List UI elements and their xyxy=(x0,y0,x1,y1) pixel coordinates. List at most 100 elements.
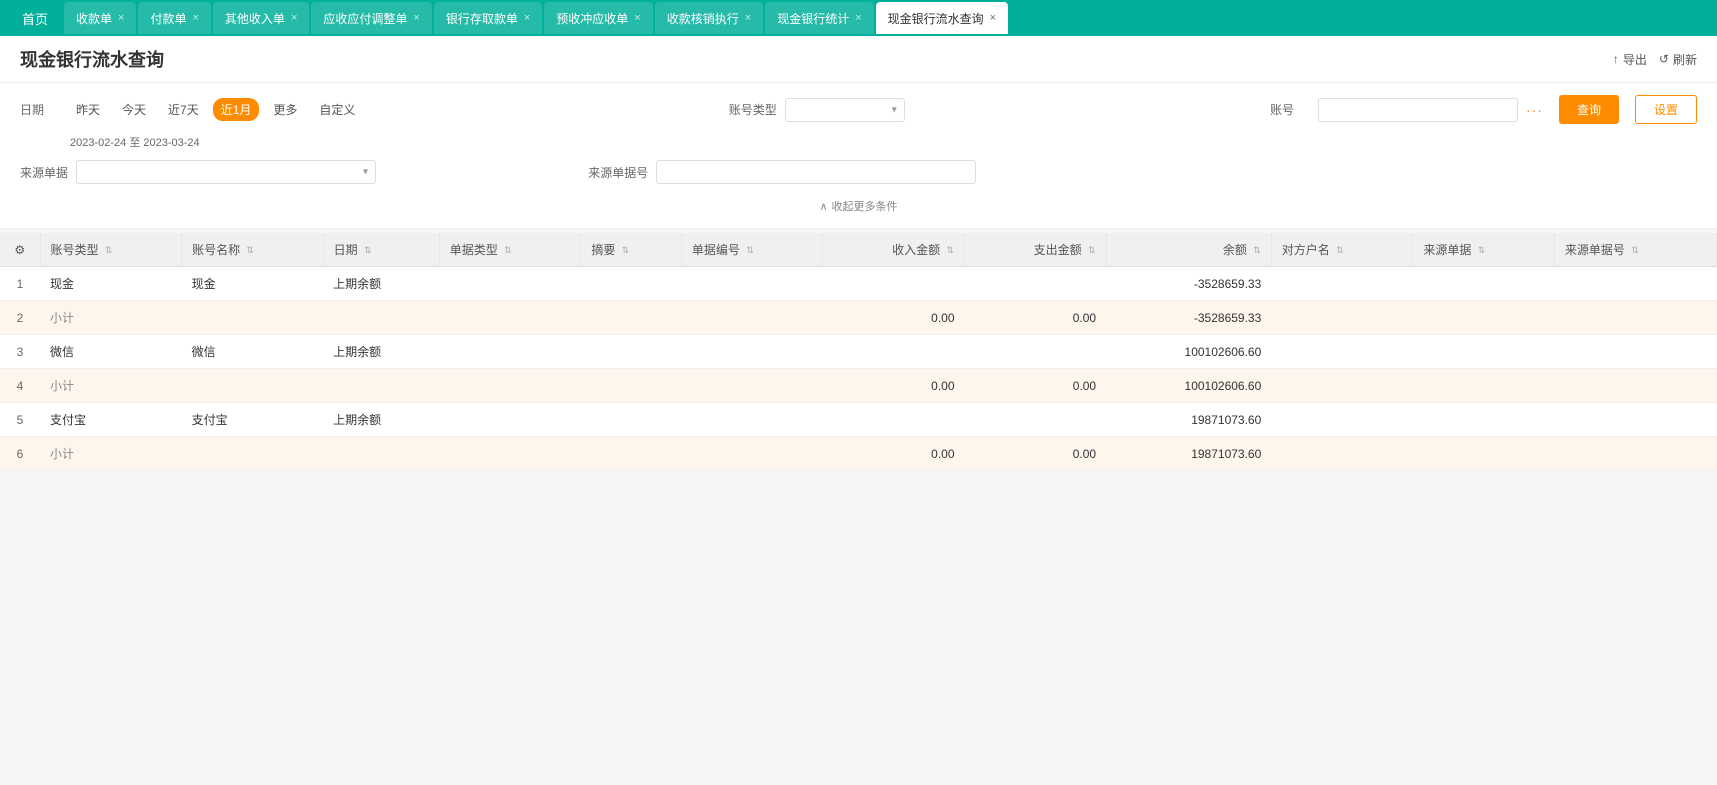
date-btn-today[interactable]: 今天 xyxy=(114,98,154,121)
nav-tab-other-income[interactable]: 其他收入单 × xyxy=(213,2,309,34)
sort-arrows-source-doc-no[interactable]: ⇅ xyxy=(1631,246,1639,255)
cell-source-doc-no xyxy=(1554,335,1716,369)
query-button[interactable]: 查询 xyxy=(1559,95,1619,124)
date-btn-custom[interactable]: 自定义 xyxy=(311,98,363,121)
col-expense: 支出金额 ⇅ xyxy=(965,233,1107,267)
cell-counterparty xyxy=(1271,335,1413,369)
cell-date xyxy=(323,301,439,335)
cell-doc-type xyxy=(439,301,581,335)
col-source-doc-no: 来源单据号 ⇅ xyxy=(1554,233,1716,267)
close-icon[interactable]: × xyxy=(413,12,419,24)
cell-source-doc xyxy=(1413,301,1555,335)
table-body: 1 现金 现金 上期余额 -3528659.33 2 小计 0.00 0.00 … xyxy=(0,267,1717,471)
date-range-row: 2023-02-24 至 2023-03-24 xyxy=(20,134,1697,150)
cell-account-name: 微信 xyxy=(182,335,324,369)
cell-account-type: 小计 xyxy=(40,369,182,403)
close-icon[interactable]: × xyxy=(745,12,751,24)
col-income: 收入金额 ⇅ xyxy=(823,233,965,267)
close-icon[interactable]: × xyxy=(855,12,861,24)
cell-doc-type xyxy=(439,267,581,301)
nav-tab-receipts[interactable]: 收款单 × xyxy=(64,2,136,34)
data-table: ⚙ 账号类型 ⇅ 账号名称 ⇅ 日期 ⇅ 单据类型 ⇅ xyxy=(0,233,1717,471)
more-dots-btn[interactable]: ··· xyxy=(1526,102,1543,118)
cell-expense xyxy=(965,335,1107,369)
col-account-type: 账号类型 ⇅ xyxy=(40,233,182,267)
sort-arrows-doc-type[interactable]: ⇅ xyxy=(504,246,512,255)
export-label: 导出 xyxy=(1623,51,1647,68)
cell-summary xyxy=(581,437,682,471)
gear-icon[interactable]: ⚙ xyxy=(14,243,25,257)
nav-tab-payments[interactable]: 付款单 × xyxy=(138,2,210,34)
nav-tab-bank-stats[interactable]: 现金银行统计 × xyxy=(765,2,873,34)
col-counterparty-label: 对方户名 xyxy=(1282,243,1330,257)
export-button[interactable]: ↑ 导出 xyxy=(1613,51,1647,68)
source-doc-no-input[interactable] xyxy=(656,160,976,184)
nav-tab-bank-deposit[interactable]: 银行存取款单 × xyxy=(434,2,542,34)
col-doc-type-label: 单据类型 xyxy=(450,243,498,257)
cell-account-type: 现金 xyxy=(40,267,182,301)
col-source-doc-no-label: 来源单据号 xyxy=(1565,243,1625,257)
nav-home[interactable]: 首页 xyxy=(8,0,62,36)
sort-arrows-counterparty[interactable]: ⇅ xyxy=(1336,246,1344,255)
nav-tab-ar-ap-adjust[interactable]: 应收应付调整单 × xyxy=(311,2,431,34)
date-btn-yesterday[interactable]: 昨天 xyxy=(68,98,108,121)
sort-arrows-account-type[interactable]: ⇅ xyxy=(105,246,113,255)
date-btn-1month[interactable]: 近1月 xyxy=(213,98,260,121)
cell-counterparty xyxy=(1271,301,1413,335)
cell-idx: 5 xyxy=(0,403,40,437)
collapse-bar[interactable]: ∧ 收起更多条件 xyxy=(20,194,1697,216)
sort-arrows-balance[interactable]: ⇅ xyxy=(1253,246,1261,255)
cell-idx: 4 xyxy=(0,369,40,403)
close-icon[interactable]: × xyxy=(524,12,530,24)
close-icon[interactable]: × xyxy=(634,12,640,24)
date-btn-7days[interactable]: 近7天 xyxy=(160,98,207,121)
sort-arrows-summary[interactable]: ⇅ xyxy=(622,246,630,255)
refresh-label: 刷新 xyxy=(1673,51,1697,68)
table-row: 6 小计 0.00 0.00 19871073.60 xyxy=(0,437,1717,471)
cell-idx: 1 xyxy=(0,267,40,301)
source-doc-no-label: 来源单据号 xyxy=(588,164,648,181)
refresh-button[interactable]: ↺ 刷新 xyxy=(1659,51,1697,68)
table-header: ⚙ 账号类型 ⇅ 账号名称 ⇅ 日期 ⇅ 单据类型 ⇅ xyxy=(0,233,1717,267)
date-label: 日期 xyxy=(20,101,60,118)
account-input[interactable] xyxy=(1318,98,1518,122)
nav-tab-bank-flow[interactable]: 现金银行流水查询 × xyxy=(876,2,1008,34)
sort-arrows-income[interactable]: ⇅ xyxy=(946,246,954,255)
nav-tab-prepay[interactable]: 预收冲应收单 × xyxy=(544,2,652,34)
source-doc-select[interactable] xyxy=(76,160,376,184)
settings-button[interactable]: 设置 xyxy=(1635,95,1697,124)
close-icon[interactable]: × xyxy=(990,12,996,24)
sort-arrows-source-doc[interactable]: ⇅ xyxy=(1478,246,1486,255)
nav-tab-writeoff[interactable]: 收款核销执行 × xyxy=(655,2,763,34)
col-counterparty: 对方户名 ⇅ xyxy=(1271,233,1413,267)
account-filter-group: 账号 ··· xyxy=(1270,98,1543,122)
top-navigation: 首页 收款单 × 付款单 × 其他收入单 × 应收应付调整单 × 银行存取款单 … xyxy=(0,0,1717,36)
cell-account-name: 支付宝 xyxy=(182,403,324,437)
cell-date xyxy=(323,369,439,403)
account-type-label: 账号类型 xyxy=(729,101,777,118)
col-doc-type: 单据类型 ⇅ xyxy=(439,233,581,267)
sort-arrows-doc-no[interactable]: ⇅ xyxy=(746,246,754,255)
cell-account-type: 微信 xyxy=(40,335,182,369)
date-btn-more[interactable]: 更多 xyxy=(265,98,305,121)
close-icon[interactable]: × xyxy=(192,12,198,24)
sort-arrows-account-name[interactable]: ⇅ xyxy=(246,246,254,255)
table-row: 3 微信 微信 上期余额 100102606.60 xyxy=(0,335,1717,369)
sort-arrows-expense[interactable]: ⇅ xyxy=(1088,246,1096,255)
account-type-select[interactable] xyxy=(785,98,905,122)
cell-doc-type xyxy=(439,437,581,471)
cell-counterparty xyxy=(1271,267,1413,301)
col-gear: ⚙ xyxy=(0,233,40,267)
date-filter-group: 日期 昨天 今天 近7天 近1月 更多 自定义 xyxy=(20,98,363,121)
col-summary-label: 摘要 xyxy=(591,243,615,257)
cell-summary xyxy=(581,267,682,301)
cell-doc-no xyxy=(681,403,823,437)
nav-tab-bank-flow-label: 现金银行流水查询 xyxy=(888,10,984,27)
cell-date: 上期余额 xyxy=(323,403,439,437)
source-doc-filter-group: 来源单据 xyxy=(20,160,376,184)
close-icon[interactable]: × xyxy=(291,12,297,24)
sort-arrows-date[interactable]: ⇅ xyxy=(364,246,372,255)
close-icon[interactable]: × xyxy=(118,12,124,24)
filter-area: 日期 昨天 今天 近7天 近1月 更多 自定义 账号类型 xyxy=(0,83,1717,229)
col-balance-label: 余额 xyxy=(1223,243,1247,257)
